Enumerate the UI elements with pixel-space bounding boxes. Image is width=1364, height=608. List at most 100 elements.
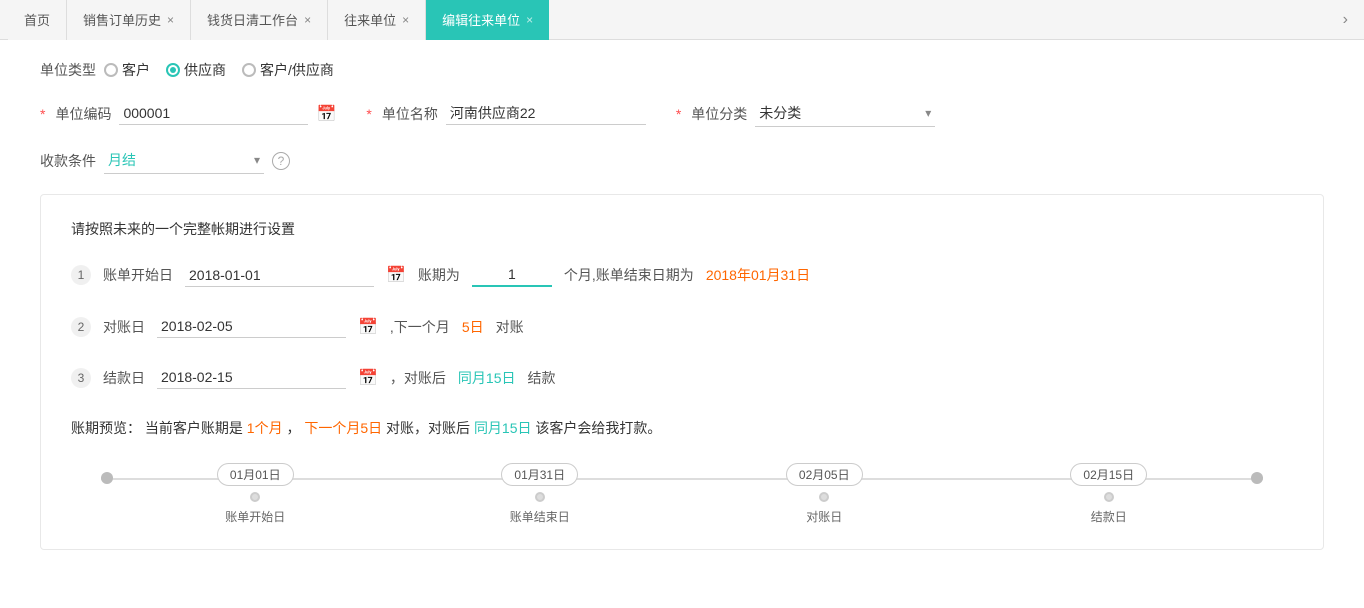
unit-type-radio-group: 客户 供应商 客户/供应商: [104, 60, 334, 80]
tl-date-2: 01月31日: [501, 463, 578, 486]
tl-label-2: 账单结束日: [510, 508, 570, 525]
preview-text-4: 该客户会给我打款。: [535, 420, 661, 436]
unit-name-input[interactable]: [446, 102, 646, 125]
tl-date-4: 02月15日: [1070, 463, 1147, 486]
tl-spacer-2: [294, 463, 502, 479]
tab-partner-unit-close[interactable]: ×: [402, 13, 409, 27]
tab-edit-partner[interactable]: 编辑往来单位 ×: [426, 0, 549, 40]
tabs-bar: 首页 销售订单历史 × 钱货日清工作台 × 往来单位 × 编辑往来单位 × ›: [0, 0, 1364, 40]
tab-home-label: 首页: [24, 10, 50, 29]
tab-sales-history[interactable]: 销售订单历史 ×: [67, 0, 191, 40]
unit-category-required: *: [676, 106, 681, 122]
tl-point-1: 01月01日 账单开始日: [217, 463, 294, 525]
payment-date-input[interactable]: [157, 366, 346, 389]
radio-supplier[interactable]: 供应商: [166, 60, 226, 80]
tab-partner-unit[interactable]: 往来单位 ×: [328, 0, 426, 40]
tl-spacer-4: [863, 463, 1071, 479]
unit-code-label: 单位编码: [55, 104, 111, 124]
tl-date-3: 02月05日: [786, 463, 863, 486]
tl-spacer-5: [1147, 463, 1251, 479]
tl-spacer-1: [113, 463, 217, 479]
unit-type-row: 单位类型 客户 供应商 客户/供应商: [40, 60, 1324, 80]
radio-customer[interactable]: 客户: [104, 60, 150, 80]
payment-terms-field: 收款条件 月结 ▾ ?: [40, 147, 290, 174]
start-date-cal-icon[interactable]: 📅: [386, 265, 406, 285]
unit-name-required: *: [366, 106, 371, 122]
row-num-2: 2: [71, 317, 91, 337]
payment-date-cal-icon[interactable]: 📅: [358, 368, 378, 388]
tab-edit-partner-label: 编辑往来单位: [442, 10, 520, 29]
payment-terms-row: 收款条件 月结 ▾ ?: [40, 147, 1324, 174]
radio-supplier-circle: [166, 63, 180, 77]
tl-point-3: 02月05日 对账日: [786, 463, 863, 525]
payment-terms-dropdown[interactable]: 月结 ▾: [104, 147, 264, 174]
tl-line-2: [294, 477, 502, 479]
tab-cash-work-label: 钱货日清工作台: [207, 10, 298, 29]
tl-dot-4: [1104, 492, 1114, 502]
reconcile-date-input[interactable]: [157, 315, 346, 338]
payment-prefix-text: ，对账后: [390, 368, 446, 388]
unit-category-dropdown[interactable]: 未分类 ▾: [755, 100, 935, 127]
tab-more-button[interactable]: ›: [1335, 11, 1356, 29]
payment-terms-arrow: ▾: [254, 153, 260, 167]
tl-dot-3: [819, 492, 829, 502]
tl-dot-2: [535, 492, 545, 502]
main-content: 单位类型 客户 供应商 客户/供应商 * 单位编码: [0, 40, 1364, 608]
section-title: 请按照未来的一个完整帐期进行设置: [71, 219, 1293, 239]
help-icon[interactable]: ?: [272, 152, 290, 170]
tl-point-2: 01月31日 账单结束日: [501, 463, 578, 525]
radio-both-label: 客户/供应商: [260, 60, 334, 80]
row-label-2: 对账日: [103, 317, 145, 337]
unit-type-field: 单位类型 客户 供应商 客户/供应商: [40, 60, 334, 80]
unit-code-icon[interactable]: 📅: [316, 104, 336, 124]
tl-spacer-3: [578, 463, 786, 479]
unit-category-arrow: ▾: [925, 106, 931, 120]
tab-sales-history-close[interactable]: ×: [167, 13, 174, 27]
tab-cash-work[interactable]: 钱货日清工作台 ×: [191, 0, 328, 40]
tl-start-dot: [101, 472, 113, 484]
payment-terms-label: 收款条件: [40, 151, 96, 171]
period-suffix-text: 个月,账单结束日期为: [564, 265, 694, 285]
tl-end-dot: [1251, 472, 1263, 484]
period-input[interactable]: [472, 263, 552, 287]
timeline-wrapper: 01月01日 账单开始日 01月31日 账单结束日: [71, 463, 1293, 525]
radio-both[interactable]: 客户/供应商: [242, 60, 334, 80]
setting-row-1: 1 账单开始日 📅 账期为 个月,账单结束日期为 2018年01月31日: [71, 263, 1293, 287]
preview-text: 账期预览： 当前客户账期是 1个月 ， 下一个月5日 对账，对账后 同月15日 …: [71, 417, 1293, 439]
setting-row-2: 2 对账日 📅 ,下一个月5日 对账: [71, 315, 1293, 338]
tl-dot-1: [250, 492, 260, 502]
reconcile-suffix-text: 对账: [496, 317, 524, 337]
tab-edit-partner-close[interactable]: ×: [526, 13, 533, 27]
payment-terms-value: 月结: [108, 150, 250, 170]
unit-name-field: * 单位名称: [366, 102, 645, 125]
tl-line-3: [578, 477, 786, 479]
tl-start: [101, 463, 113, 484]
preview-teal: 同月15日: [474, 420, 532, 436]
tab-sales-history-label: 销售订单历史: [83, 10, 161, 29]
unit-category-label: 单位分类: [691, 104, 747, 124]
unit-code-input[interactable]: [119, 102, 308, 125]
reconcile-date-cal-icon[interactable]: 📅: [358, 317, 378, 337]
tab-home[interactable]: 首页: [8, 0, 67, 40]
unit-info-row: * 单位编码 📅 * 单位名称 * 单位分类 未分类 ▾: [40, 100, 1324, 127]
timeline-points: 01月01日 账单开始日 01月31日 账单结束日: [101, 463, 1263, 525]
radio-supplier-label: 供应商: [184, 60, 226, 80]
row-num-3: 3: [71, 368, 91, 388]
unit-category-field: * 单位分类 未分类 ▾: [676, 100, 935, 127]
row-num-1: 1: [71, 265, 91, 285]
unit-type-label: 单位类型: [40, 60, 96, 80]
preview-text-3: 对账，对账后: [386, 420, 470, 436]
unit-code-field: * 单位编码 📅: [40, 102, 336, 125]
tl-label-3: 对账日: [806, 508, 842, 525]
period-prefix-text: 账期为: [418, 265, 460, 285]
tab-cash-work-close[interactable]: ×: [304, 13, 311, 27]
start-date-input[interactable]: [185, 264, 374, 287]
preview-orange-2: 下一个月5日: [304, 420, 382, 436]
row-label-3: 结款日: [103, 368, 145, 388]
preview-label: 账期预览：: [71, 420, 141, 436]
tab-partner-unit-label: 往来单位: [344, 10, 396, 29]
reconcile-prefix-text: ,下一个月: [390, 317, 450, 337]
radio-customer-label: 客户: [122, 60, 150, 80]
radio-customer-circle: [104, 63, 118, 77]
row-label-1: 账单开始日: [103, 265, 173, 285]
